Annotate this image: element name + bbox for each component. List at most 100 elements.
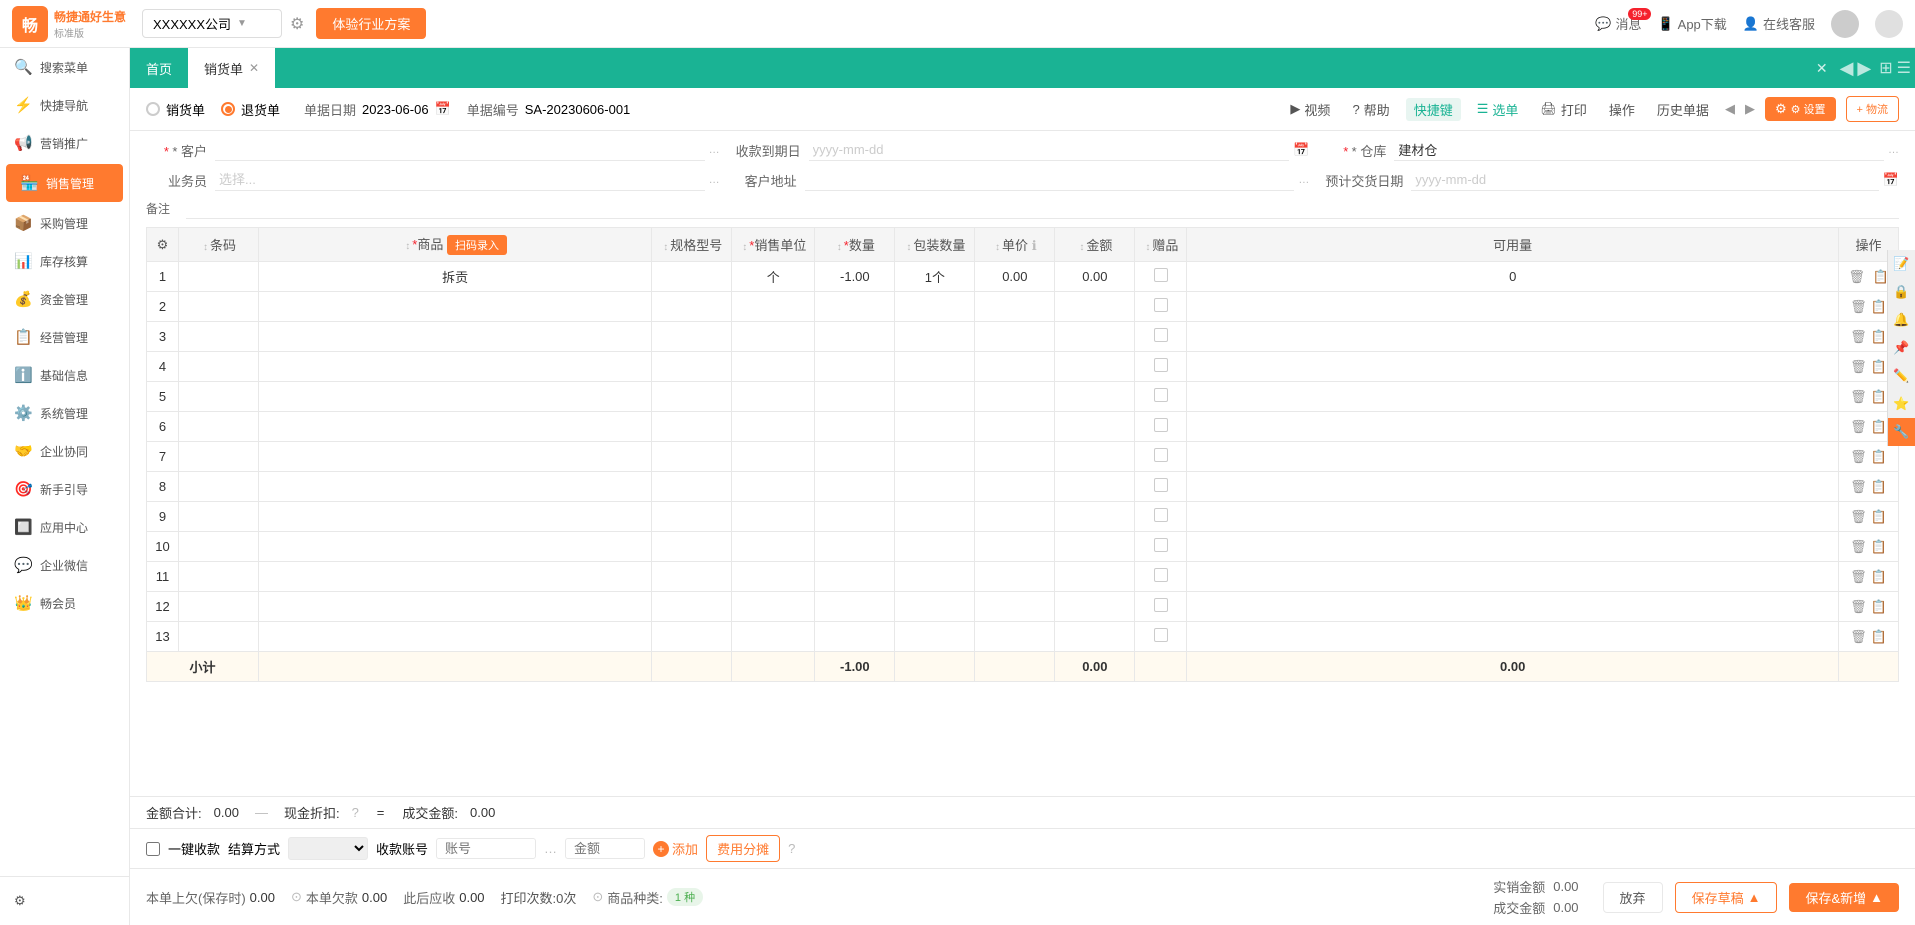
- warehouse-input[interactable]: [1394, 139, 1884, 161]
- operate-btn[interactable]: 操作: [1603, 97, 1641, 122]
- sidebar-item-apps[interactable]: 🔲 应用中心: [0, 508, 129, 546]
- row-amount[interactable]: 0.00: [1055, 262, 1135, 292]
- sidebar-item-quicknav[interactable]: ⚡ 快捷导航: [0, 86, 129, 124]
- radio-sales[interactable]: 销货单: [146, 100, 205, 119]
- remark-input[interactable]: [186, 197, 1899, 219]
- row-gift[interactable]: [1135, 262, 1187, 292]
- rp-star-btn[interactable]: ⭐: [1887, 390, 1915, 418]
- delete-icon[interactable]: 🗑: [1850, 329, 1867, 344]
- one-click-checkbox[interactable]: [146, 842, 160, 856]
- copy-icon[interactable]: 📋: [1871, 329, 1887, 344]
- tab-next-icon[interactable]: ▶: [1857, 58, 1871, 79]
- copy-icon[interactable]: 📋: [1871, 299, 1887, 314]
- avatar[interactable]: [1831, 10, 1859, 38]
- copy-icon[interactable]: 📋: [1871, 629, 1887, 644]
- payment-help-icon[interactable]: ?: [788, 841, 795, 856]
- sidebar-item-base-info[interactable]: ℹ️ 基础信息: [0, 356, 129, 394]
- customer-service-link[interactable]: 👤 在线客服: [1743, 14, 1815, 33]
- tab-home[interactable]: 首页: [130, 48, 188, 88]
- calendar-icon[interactable]: 📅: [435, 101, 451, 117]
- sidebar-item-purchase[interactable]: 📦 采购管理: [0, 204, 129, 242]
- due-date-input[interactable]: [809, 139, 1289, 161]
- radio-return[interactable]: 退货单: [221, 100, 280, 119]
- settings-icon[interactable]: ⚙: [290, 14, 304, 34]
- delete-icon[interactable]: 🗑: [1850, 389, 1867, 404]
- save-new-button[interactable]: 保存&新增 ▲: [1789, 883, 1899, 912]
- delete-icon[interactable]: 🗑: [1848, 269, 1865, 284]
- sidebar-item-inventory[interactable]: 📊 库存核算: [0, 242, 129, 280]
- row-pkg-qty[interactable]: 1个: [895, 262, 975, 292]
- method-select[interactable]: [288, 837, 368, 860]
- dots-icon[interactable]: …: [544, 841, 557, 856]
- app-download-link[interactable]: 📱 App下载: [1657, 14, 1726, 33]
- expected-date-input[interactable]: [1411, 169, 1878, 191]
- address-dots-icon[interactable]: …: [1298, 174, 1309, 186]
- rp-lock-btn[interactable]: 🔒: [1887, 278, 1915, 306]
- tab-grid-icon[interactable]: ⊞: [1879, 58, 1892, 78]
- copy-icon[interactable]: 📋: [1871, 449, 1887, 464]
- delete-icon[interactable]: 🗑: [1850, 629, 1867, 644]
- tab-prev-icon[interactable]: ◀: [1840, 58, 1854, 79]
- company-selector[interactable]: XXXXXX公司 ▼: [142, 9, 282, 38]
- delete-icon[interactable]: 🗑: [1850, 359, 1867, 374]
- row-unit[interactable]: 个: [732, 262, 815, 292]
- delete-icon[interactable]: 🗑: [1850, 569, 1867, 584]
- sidebar-item-sales[interactable]: 🏪 销售管理: [6, 164, 123, 202]
- message-area[interactable]: 💬 消息 99+: [1595, 14, 1641, 33]
- sidebar-item-collab[interactable]: 🤝 企业协同: [0, 432, 129, 470]
- customer-dots-icon[interactable]: …: [709, 144, 720, 156]
- sidebar-item-operations[interactable]: 📋 经营管理: [0, 318, 129, 356]
- delete-icon[interactable]: 🗑: [1850, 599, 1867, 614]
- draft-button[interactable]: 保存草稿 ▲: [1675, 882, 1778, 913]
- copy-icon[interactable]: 📋: [1871, 599, 1887, 614]
- salesman-input[interactable]: [215, 169, 705, 191]
- help-btn[interactable]: ?帮助: [1346, 97, 1395, 122]
- salesman-dots-icon[interactable]: …: [709, 174, 720, 186]
- th-settings[interactable]: ⚙: [147, 228, 179, 262]
- sidebar-item-guide[interactable]: 🎯 新手引导: [0, 470, 129, 508]
- settings-button[interactable]: ⚙ ⚙ 设置: [1765, 97, 1836, 121]
- copy-icon[interactable]: 📋: [1871, 479, 1887, 494]
- sidebar-item-member[interactable]: 👑 畅会员: [0, 584, 129, 622]
- address-input[interactable]: [805, 169, 1295, 191]
- add-button[interactable]: + 添加: [653, 839, 698, 858]
- rp-edit-btn[interactable]: ✏️: [1887, 362, 1915, 390]
- expected-date-cal-icon[interactable]: 📅: [1883, 172, 1899, 188]
- rp-bell-btn[interactable]: 🔔: [1887, 306, 1915, 334]
- delete-icon[interactable]: 🗑: [1850, 419, 1867, 434]
- rp-notes-btn[interactable]: 📝: [1887, 250, 1915, 278]
- trial-button[interactable]: 体验行业方案: [316, 8, 426, 39]
- delete-icon[interactable]: 🗑: [1850, 449, 1867, 464]
- row-barcode[interactable]: [179, 262, 259, 292]
- rp-tool-btn[interactable]: 🔧: [1887, 418, 1915, 446]
- amount-input[interactable]: [565, 838, 645, 859]
- delete-icon[interactable]: 🗑: [1850, 509, 1867, 524]
- history-btn[interactable]: 历史单据: [1651, 97, 1715, 122]
- copy-icon[interactable]: 📋: [1871, 569, 1887, 584]
- copy-icon[interactable]: 📋: [1871, 359, 1887, 374]
- sidebar-item-finance[interactable]: 💰 资金管理: [0, 280, 129, 318]
- sidebar-item-system[interactable]: ⚙️ 系统管理: [0, 394, 129, 432]
- copy-icon[interactable]: 📋: [1871, 539, 1887, 554]
- rp-pin-btn[interactable]: 📌: [1887, 334, 1915, 362]
- sidebar-settings[interactable]: ⚙: [0, 885, 129, 917]
- video-btn[interactable]: ▶视频: [1284, 97, 1336, 122]
- warehouse-dots-icon[interactable]: …: [1888, 144, 1899, 156]
- nav-prev-icon[interactable]: ◀: [1725, 101, 1735, 117]
- customer-input[interactable]: [215, 139, 705, 161]
- scan-button[interactable]: 扫码录入: [447, 235, 507, 255]
- tab-close-icon[interactable]: ✕: [249, 61, 259, 75]
- sidebar-item-search[interactable]: 🔍 搜索菜单: [0, 48, 129, 86]
- discount-info-icon[interactable]: ?: [352, 805, 359, 820]
- tab-sales-order[interactable]: 销货单 ✕: [188, 48, 275, 88]
- copy-icon[interactable]: 📋: [1871, 389, 1887, 404]
- row-product[interactable]: 拆贡: [259, 262, 652, 292]
- row-price[interactable]: 0.00: [975, 262, 1055, 292]
- shortcut-btn[interactable]: 快捷键: [1406, 98, 1461, 121]
- nav-next-icon[interactable]: ▶: [1745, 101, 1755, 117]
- flow-button[interactable]: + 物流: [1846, 96, 1899, 122]
- discard-button[interactable]: 放弃: [1603, 882, 1663, 913]
- delete-icon[interactable]: 🗑: [1850, 299, 1867, 314]
- copy-icon[interactable]: 📋: [1871, 419, 1887, 434]
- expense-button[interactable]: 费用分摊: [706, 835, 780, 862]
